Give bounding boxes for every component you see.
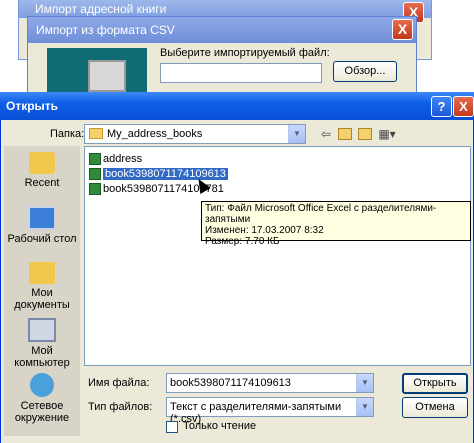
folder-value: My_address_books [107,128,203,140]
open-dialog-titlebar: Открыть [0,92,474,120]
excel-file-icon [89,183,101,195]
folder-label: Папка: [50,128,85,140]
tooltip-size: Размер: 7.70 КБ [205,236,280,247]
csv-import-titlebar: Импорт из формата CSV [28,17,416,43]
excel-file-icon [89,153,101,165]
place-recent[interactable]: Recent [4,152,80,189]
recent-icon [29,152,55,174]
filename-field[interactable]: book5398071174109613 ▼ [166,373,374,393]
file-path-field[interactable] [160,63,322,83]
place-network[interactable]: Сетевое окружение [4,373,80,424]
select-file-label: Выберите импортируемый файл: [160,47,330,59]
up-folder-icon[interactable] [338,128,352,140]
folder-combobox[interactable]: My_address_books ▼ [84,124,306,144]
view-menu-icon[interactable]: ▦▾ [378,125,396,143]
place-label: Recent [24,177,60,189]
readonly-label: Только чтение [183,420,257,432]
file-tooltip: Тип: Файл Microsoft Office Excel с разде… [201,201,471,247]
filetype-label: Тип файлов: [88,401,153,413]
my-computer-icon [28,318,56,342]
folder-icon [89,128,103,139]
readonly-checkbox[interactable] [166,421,178,433]
file-name: book5398071174109613 [103,168,228,180]
list-item[interactable]: address [87,152,142,166]
filetype-select[interactable]: Текст с разделителями-запятыми (*.csv) ▼ [166,397,374,425]
place-label: Мои документы [14,287,70,311]
filename-value: book5398071174109613 [170,377,291,389]
open-button[interactable]: Открыть [402,373,468,394]
close-button[interactable]: X [453,96,474,117]
tooltip-modified: Изменен: 17.03.2007 8:32 [205,225,324,236]
file-list[interactable]: address book5398071174109613 book5398071… [84,146,471,366]
place-label: Мой компьютер [14,345,70,369]
tooltip-type: Тип: Файл Microsoft Office Excel с разде… [205,203,437,225]
cancel-button[interactable]: Отмена [402,397,468,418]
chevron-down-icon[interactable]: ▼ [288,125,305,143]
place-label: Рабочий стол [7,233,77,245]
browse-button[interactable]: Обзор... [333,61,397,82]
computer-illustration-icon [88,60,126,92]
chevron-down-icon[interactable]: ▼ [356,374,373,392]
excel-file-icon [89,168,101,180]
filename-label: Имя файла: [88,377,150,389]
back-icon[interactable]: ⇦ [317,125,335,143]
list-item-selected[interactable]: book5398071174109613 [87,167,228,181]
my-documents-icon [29,262,55,284]
place-my-computer[interactable]: Мой компьютер [4,318,80,369]
csv-import-close-button[interactable]: X [392,19,413,40]
file-name: address [103,153,143,165]
chevron-down-icon[interactable]: ▼ [356,398,373,416]
help-button[interactable]: ? [431,96,452,117]
place-desktop[interactable]: Рабочий стол [4,206,80,245]
desktop-icon [28,206,56,230]
new-folder-icon[interactable] [358,128,372,140]
place-my-documents[interactable]: Мои документы [4,262,80,311]
place-label: Сетевое окружение [14,400,70,424]
network-icon [30,373,54,397]
